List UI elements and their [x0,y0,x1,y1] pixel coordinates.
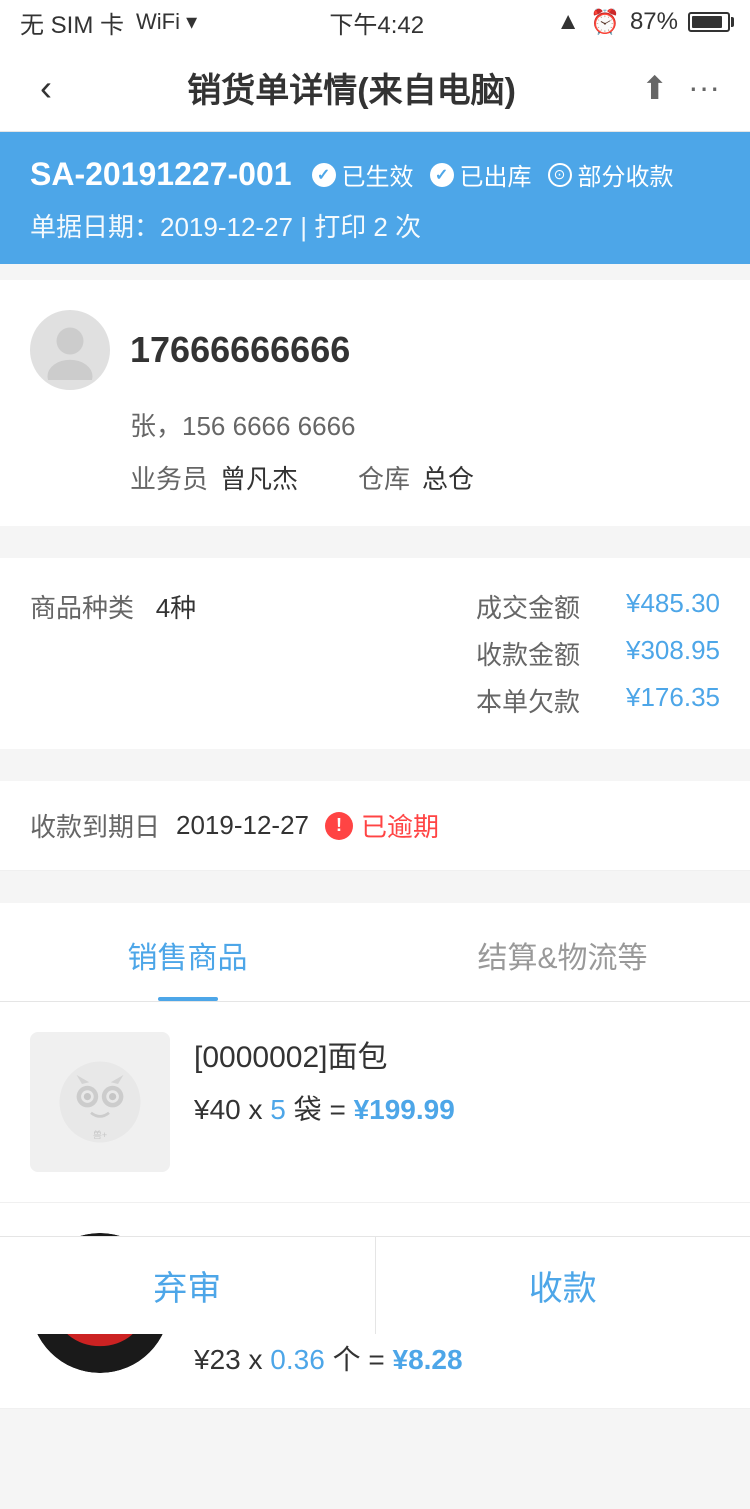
divider-3 [0,765,750,781]
page-title: 销货单详情(来自电脑) [187,63,516,112]
order-id: SA-20191227-001 [30,156,292,193]
tab-sales-label: 销售商品 [128,942,248,975]
price-qty-1: 5 [270,1094,286,1125]
price-eq-1: = [329,1094,353,1125]
share-icon[interactable]: ⬆ [641,69,668,107]
salesperson-label: 业务员 [130,459,208,496]
customer-meta: 业务员 曾凡杰 仓库 总仓 [30,459,720,496]
location-icon: ▲ [556,8,580,36]
customer-name: 17666666666 [130,329,350,371]
tab-settlement[interactable]: 结算&物流等 [375,903,750,1001]
kind-label: 商品种类 [30,593,134,623]
price-total-2: ¥8.28 [393,1344,463,1375]
product-price-1: ¥40 x 5 袋 = ¥199.99 [194,1088,720,1128]
status-left: 无 SIM 卡 WiFi ▾ [20,5,197,40]
customer-contact: 张，156 6666 6666 [30,406,720,443]
status-right: ▲ ⏰ 87% [556,8,730,37]
product-placeholder-1: 兽+ [30,1032,170,1172]
bottom-bar: 弃审 收款 [0,1236,750,1334]
deal-row: 成交金额 ¥485.30 [476,588,720,625]
tab-sales-products[interactable]: 销售商品 [0,903,375,1001]
status-partial-label: 部分收款 [578,157,674,192]
clock-icon: ⊙ [548,163,572,187]
product-details-1: [0000002]面包 ¥40 x 5 袋 = ¥199.99 [194,1032,720,1128]
svg-text:兽+: 兽+ [93,1129,107,1140]
price-unit-label-2: 个 [333,1344,361,1375]
receipt-label: 收款金额 [476,635,580,672]
divider-4 [0,887,750,903]
avatar [30,310,110,390]
bottom-spacer [0,1409,750,1509]
more-icon[interactable]: ··· [688,69,720,106]
stats-right: 成交金额 ¥485.30 收款金额 ¥308.95 本单欠款 ¥176.35 [476,588,720,719]
price-qty-2: 0.36 [270,1344,325,1375]
status-shipped-label: 已出库 [460,157,532,192]
owl-logo-icon: 兽+ [55,1057,145,1147]
owed-label: 本单欠款 [476,682,580,719]
due-date-value: 2019-12-27 [176,810,309,841]
nav-actions: ⬆ ··· [641,69,720,107]
wifi-icon: WiFi ▾ [136,9,197,35]
status-bar: 无 SIM 卡 WiFi ▾ 下午4:42 ▲ ⏰ 87% [0,0,750,44]
receipt-row: 收款金额 ¥308.95 [476,635,720,672]
price-unit-2: ¥23 [194,1344,241,1375]
price-x-1: x [249,1094,271,1125]
product-item: 兽+ [0000002]面包 ¥40 x 5 袋 = ¥199.99 [0,1002,750,1203]
customer-section: 17666666666 张，156 6666 6666 业务员 曾凡杰 仓库 总… [0,280,750,526]
reject-button[interactable]: 弃审 [0,1237,376,1334]
salesperson-item: 业务员 曾凡杰 [130,459,298,496]
overdue-icon: ! [325,812,353,840]
order-banner-top: SA-20191227-001 ✓ 已生效 ✓ 已出库 ⊙ 部分收款 [30,156,720,193]
price-x-2: x [249,1344,271,1375]
price-total-1: ¥199.99 [354,1094,455,1125]
warehouse-value: 总仓 [422,459,474,496]
stats-section: 商品种类 4种 成交金额 ¥485.30 收款金额 ¥308.95 本单欠款 ¥… [0,558,750,749]
check-icon-2: ✓ [430,163,454,187]
order-header: SA-20191227-001 ✓ 已生效 ✓ 已出库 ⊙ 部分收款 单据日期：… [0,132,750,264]
product-name-1: [0000002]面包 [194,1032,720,1076]
collect-button[interactable]: 收款 [376,1237,750,1334]
carrier-label: 无 SIM 卡 [20,5,124,40]
deal-label: 成交金额 [476,588,580,625]
receipt-value: ¥308.95 [600,635,720,672]
salesperson-value: 曾凡杰 [220,459,298,496]
deal-value: ¥485.30 [600,588,720,625]
customer-top: 17666666666 [30,310,720,390]
nav-bar: ‹ 销货单详情(来自电脑) ⬆ ··· [0,44,750,132]
battery-icon [688,12,730,32]
tabs-section: 销售商品 结算&物流等 [0,903,750,1002]
due-label: 收款到期日 [30,807,160,844]
tab-settlement-label: 结算&物流等 [477,942,647,975]
status-partial: ⊙ 部分收款 [548,157,674,192]
warehouse-label: 仓库 [358,459,410,496]
owed-value: ¥176.35 [600,682,720,719]
status-time: 下午4:42 [329,5,424,40]
price-eq-2: = [368,1344,392,1375]
overdue-badge: ! 已逾期 [325,807,439,844]
status-tags: ✓ 已生效 ✓ 已出库 ⊙ 部分收款 [312,157,674,192]
divider-1 [0,264,750,280]
warehouse-item: 仓库 总仓 [358,459,474,496]
kind-count: 4种 [156,593,196,623]
owed-row: 本单欠款 ¥176.35 [476,682,720,719]
price-unit-label-1: 袋 [294,1094,322,1125]
check-icon-1: ✓ [312,163,336,187]
divider-2 [0,542,750,558]
product-thumb-1: 兽+ [30,1032,170,1172]
price-unit-1: ¥40 [194,1094,241,1125]
alarm-icon: ⏰ [590,8,620,37]
status-effected-label: 已生效 [342,157,414,192]
status-shipped: ✓ 已出库 [430,157,532,192]
product-price-2: ¥23 x 0.36 个 = ¥8.28 [194,1338,720,1378]
stats-left: 商品种类 4种 [30,588,196,625]
products-section: 兽+ [0000002]面包 ¥40 x 5 袋 = ¥199.99 [0,1002,750,1409]
overdue-text: 已逾期 [361,807,439,844]
due-date-section: 收款到期日 2019-12-27 ! 已逾期 [0,781,750,871]
order-date: 单据日期：2019-12-27 | 打印 2 次 [30,207,720,244]
back-button[interactable]: ‹ [30,57,62,119]
status-effected: ✓ 已生效 [312,157,414,192]
battery-percent: 87% [630,8,678,36]
